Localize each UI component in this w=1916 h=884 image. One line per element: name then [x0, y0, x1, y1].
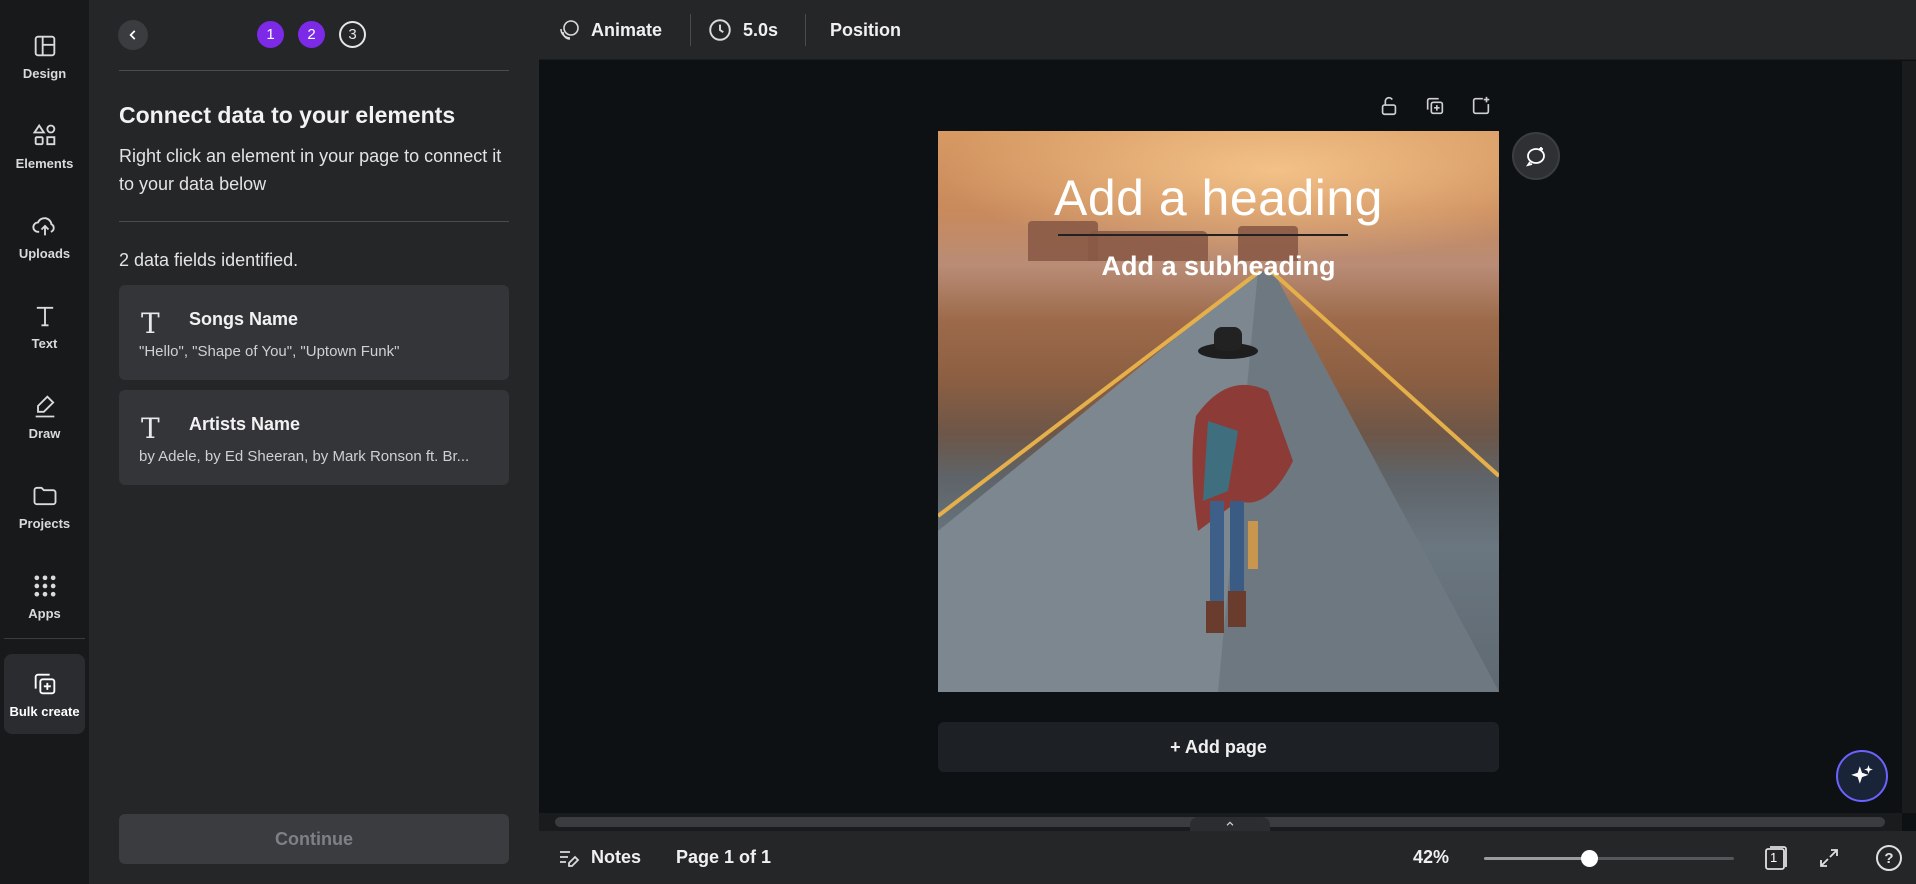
rail-item-bulk-create[interactable]: Bulk create	[4, 654, 85, 734]
magic-assistant-button[interactable]	[1836, 750, 1888, 802]
step-indicator: 1 2 3	[257, 21, 366, 48]
fullscreen-button[interactable]	[1814, 843, 1844, 873]
text-field-icon: T	[141, 307, 160, 340]
rail-item-label: Draw	[28, 425, 61, 441]
rail-item-design[interactable]: Design	[4, 16, 85, 96]
duration-button[interactable]: 5.0s	[707, 0, 778, 60]
page-subheading[interactable]: Add a subheading	[938, 251, 1499, 282]
field-name: Songs Name	[189, 309, 299, 329]
rail-item-projects[interactable]: Projects	[4, 466, 85, 546]
expand-pages-handle[interactable]	[1190, 817, 1270, 831]
left-rail: Design Elements Uploads Text Draw Projec…	[0, 0, 89, 884]
vertical-scrollbar[interactable]	[1902, 61, 1916, 813]
divider	[119, 221, 509, 222]
rail-item-label: Bulk create	[9, 703, 80, 719]
rail-item-label: Text	[31, 335, 58, 351]
page-count-button[interactable]: 1	[1761, 843, 1791, 873]
animate-label: Animate	[591, 19, 663, 40]
rail-divider	[4, 638, 85, 639]
rail-item-label: Uploads	[18, 245, 71, 261]
rail-item-apps[interactable]: Apps	[4, 556, 85, 636]
notes-icon	[560, 850, 580, 867]
fullscreen-icon	[1820, 849, 1838, 867]
rail-item-text[interactable]: Text	[4, 286, 85, 366]
position-label: Position	[830, 19, 901, 40]
shapes-icon	[32, 123, 55, 145]
add-page-icon[interactable]	[1470, 95, 1492, 117]
rail-item-elements[interactable]: Elements	[4, 106, 85, 186]
chevron-left-icon	[129, 30, 136, 40]
sparkle-icon	[1851, 765, 1873, 784]
divider	[805, 14, 806, 46]
add-comment-button[interactable]	[1512, 132, 1560, 180]
zoom-percentage[interactable]: 42%	[1413, 831, 1449, 884]
notes-label: Notes	[591, 847, 642, 867]
help-button[interactable]: ?	[1874, 843, 1904, 873]
step-2: 2	[298, 21, 325, 48]
heading-underline	[1058, 234, 1348, 236]
chevron-up-icon	[1226, 821, 1234, 826]
grid-icon	[34, 575, 55, 596]
data-field-card[interactable]: T Artists Name by Adele, by Ed Sheeran, …	[119, 390, 509, 485]
rail-item-uploads[interactable]: Uploads	[4, 196, 85, 276]
zoom-slider-fill	[1484, 857, 1589, 860]
clock-icon	[709, 19, 731, 41]
animate-icon	[560, 20, 579, 40]
lock-icon[interactable]	[1378, 95, 1400, 117]
rail-item-draw[interactable]: Draw	[4, 376, 85, 456]
rail-item-label: Projects	[18, 515, 71, 531]
text-field-icon: T	[141, 412, 160, 445]
rail-item-label: Elements	[15, 155, 74, 171]
comment-icon	[1525, 147, 1545, 167]
duplicate-page-icon[interactable]	[1424, 95, 1446, 117]
fields-count: 2 data fields identified.	[119, 250, 299, 270]
divider	[690, 14, 691, 46]
text-icon	[36, 306, 53, 326]
rail-item-label: Design	[22, 65, 67, 81]
page-indicator-label: Page 1 of 1	[676, 847, 772, 867]
design-page[interactable]: Add a heading Add a subheading	[938, 131, 1499, 692]
continue-button[interactable]: Continue	[119, 814, 509, 864]
page-heading[interactable]: Add a heading	[938, 169, 1499, 227]
divider	[119, 70, 509, 71]
zoom-label: 42%	[1413, 847, 1450, 867]
panel-description: Right click an element in your page to c…	[119, 146, 502, 194]
data-field-card[interactable]: T Songs Name "Hello", "Shape of You", "U…	[119, 285, 509, 380]
step-3: 3	[339, 21, 366, 48]
page-indicator[interactable]: Page 1 of 1	[676, 831, 771, 884]
folder-icon	[33, 486, 56, 505]
bulk-create-panel: 1 2 3 Connect data to your elements Righ…	[89, 0, 539, 884]
zoom-slider[interactable]	[1484, 850, 1734, 867]
editor-app: Design Elements Uploads Text Draw Projec…	[0, 0, 1916, 884]
page-count-badge: 1	[1770, 850, 1778, 865]
cloud-upload-icon	[31, 216, 55, 235]
field-values: "Hello", "Shape of You", "Uptown Funk"	[139, 343, 400, 360]
rail-item-label: Apps	[28, 605, 61, 621]
top-toolbar: Animate 5.0s Position	[539, 0, 1916, 60]
layout-icon	[34, 35, 55, 56]
zoom-slider-thumb[interactable]	[1581, 850, 1598, 867]
pen-icon	[35, 394, 54, 417]
page-tools	[1378, 95, 1492, 117]
add-page-button[interactable]: + Add page	[938, 722, 1499, 772]
duration-label: 5.0s	[743, 19, 779, 40]
animate-button[interactable]: Animate	[557, 0, 662, 60]
position-button[interactable]: Position	[830, 0, 901, 60]
bulk-create-icon	[34, 673, 55, 694]
help-icon: ?	[1876, 845, 1902, 871]
back-button[interactable]	[118, 20, 148, 50]
step-1: 1	[257, 21, 284, 48]
field-name: Artists Name	[189, 414, 301, 434]
notes-button[interactable]: Notes	[557, 831, 641, 884]
panel-title: Connect data to your elements	[119, 102, 456, 128]
field-values: by Adele, by Ed Sheeran, by Mark Ronson …	[139, 448, 470, 465]
